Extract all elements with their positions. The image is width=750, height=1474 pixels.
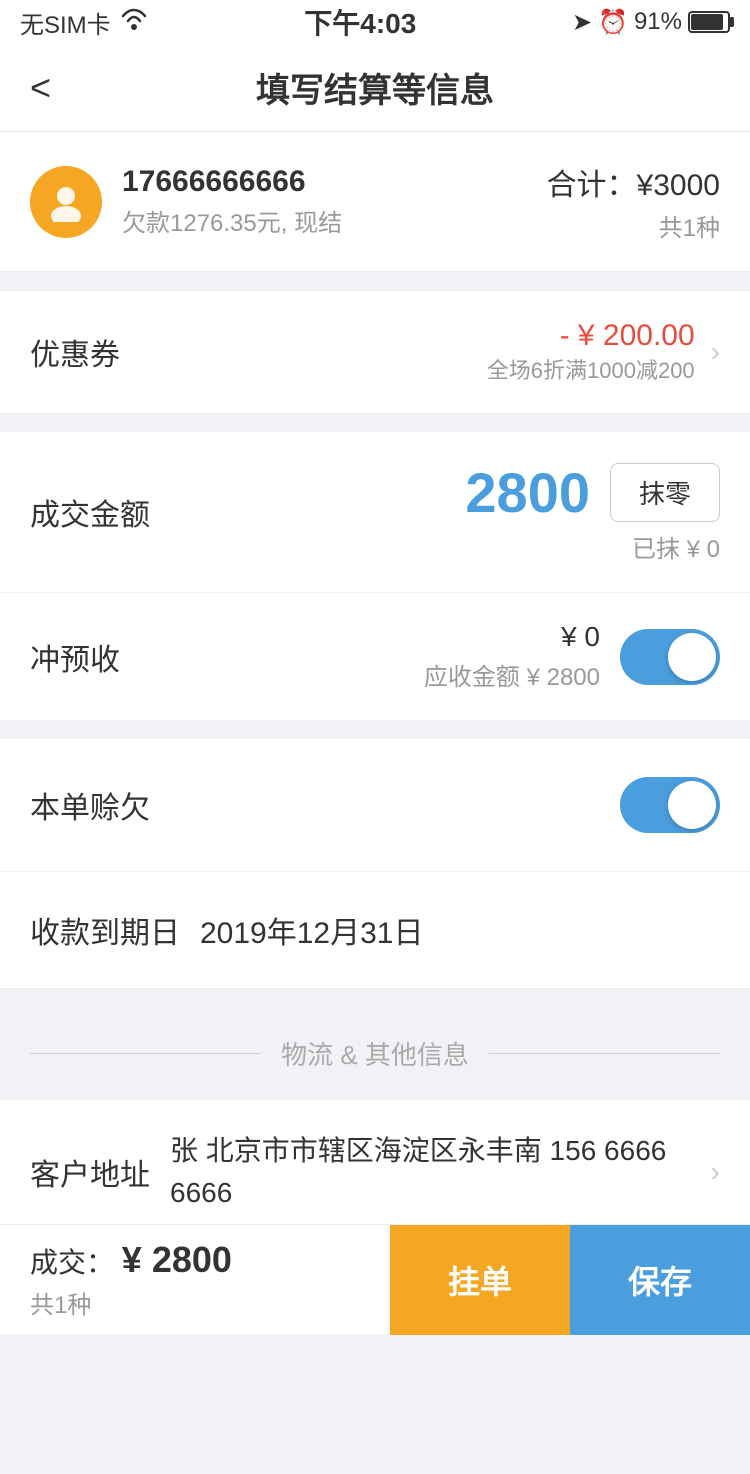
debt-toggle[interactable] [620,777,720,833]
divider-line-right [489,1053,720,1054]
customer-left: 17666666666 欠款1276.35元, 现结 [30,165,342,238]
back-button[interactable]: < [30,57,71,119]
save-button[interactable]: 保存 [570,1225,750,1335]
bottom-bar: 成交： ¥ 2800 共1种 挂单 保存 [0,1224,750,1334]
chevron-right-icon: › [711,336,720,368]
deal-amount-label: 成交金额 [30,490,150,534]
battery-icon [688,11,730,33]
round-button[interactable]: 抹零 [610,463,720,522]
address-label: 客户地址 [30,1150,150,1194]
status-bar: 无SIM卡 下午4:03 ➤ ⏰ 91% [0,0,750,44]
prereceive-toggle-knob [668,633,716,681]
customer-subtext: 欠款1276.35元, 现结 [122,203,342,238]
customer-right: 合计：¥3000 共1种 [547,160,720,243]
address-row[interactable]: 客户地址 张 北京市市辖区海淀区永丰南 156 6666 6666 › [0,1100,750,1244]
bottom-summary: 成交： ¥ 2800 共1种 [0,1239,390,1320]
coupon-row[interactable]: 优惠券 - ¥ 200.00 全场6折满1000减200 › [0,290,750,414]
coupon-right: - ¥ 200.00 全场6折满1000减200 › [487,319,720,385]
wifi-icon [119,8,149,37]
debt-row: 本单赊欠 [0,739,750,872]
section-divider-2 [0,721,750,739]
duedate-value: 2019年12月31日 [200,908,423,952]
customer-info: 17666666666 欠款1276.35元, 现结 [122,165,342,238]
prereceive-label: 冲预收 [30,635,120,679]
prereceive-right: ¥ 0 应收金额 ¥ 2800 [424,621,720,692]
prereceive-row: 冲预收 ¥ 0 应收金额 ¥ 2800 [0,593,750,721]
status-right: ➤ ⏰ 91% [572,8,730,37]
deal-amount-value: 2800 [465,460,590,525]
deal-amount-section: 成交金额 2800 抹零 已抹 ¥ 0 冲预收 ¥ 0 应收金额 ¥ 2800 [0,432,750,721]
prereceive-toggle[interactable] [620,629,720,685]
section-divider-1 [0,414,750,432]
prereceive-sub: 应收金额 ¥ 2800 [424,657,600,692]
coupon-discount: - ¥ 200.00 [487,319,695,353]
alarm-icon: ⏰ [598,8,628,37]
address-chevron-icon: › [711,1156,720,1188]
total-amount: 合计：¥3000 [547,160,720,204]
carrier-text: 无SIM卡 [20,5,111,40]
customer-phone: 17666666666 [122,165,342,199]
bottom-count: 共1种 [30,1285,360,1320]
avatar [30,166,102,238]
deal-amount-value-area: 2800 抹零 [465,460,720,525]
status-time: 下午4:03 [304,2,416,42]
logistics-divider: 物流 & 其他信息 [0,1007,750,1100]
bottom-deal-label: 成交： [30,1247,114,1278]
hang-button[interactable]: 挂单 [390,1225,570,1335]
page-title: 填写结算等信息 [256,63,494,112]
debt-label: 本单赊欠 [30,783,150,827]
bottom-deal-row: 成交： ¥ 2800 [30,1239,360,1281]
battery-percent: 91% [634,8,682,36]
duedate-row: 收款到期日 2019年12月31日 [0,872,750,989]
prereceive-amount: ¥ 0 [424,621,600,653]
bottom-deal-amount: ¥ 2800 [122,1239,232,1280]
total-count: 共1种 [547,208,720,243]
debt-toggle-knob [668,781,716,829]
deal-amount-sub: 已抹 ¥ 0 [465,529,720,564]
coupon-desc: 全场6折满1000减200 [487,353,695,385]
nav-bar: < 填写结算等信息 [0,44,750,132]
section-divider-3 [0,989,750,1007]
coupon-label: 优惠券 [30,330,120,374]
customer-card: 17666666666 欠款1276.35元, 现结 合计：¥3000 共1种 [0,132,750,272]
duedate-label: 收款到期日 [30,908,180,952]
deal-amount-row: 成交金额 2800 抹零 已抹 ¥ 0 [0,432,750,593]
address-value: 张 北京市市辖区海淀区永丰南 156 6666 6666 [170,1130,685,1214]
status-left: 无SIM卡 [20,5,149,40]
location-icon: ➤ [572,8,592,37]
divider-line-left [30,1053,261,1054]
logistics-text: 物流 & 其他信息 [281,1035,469,1072]
